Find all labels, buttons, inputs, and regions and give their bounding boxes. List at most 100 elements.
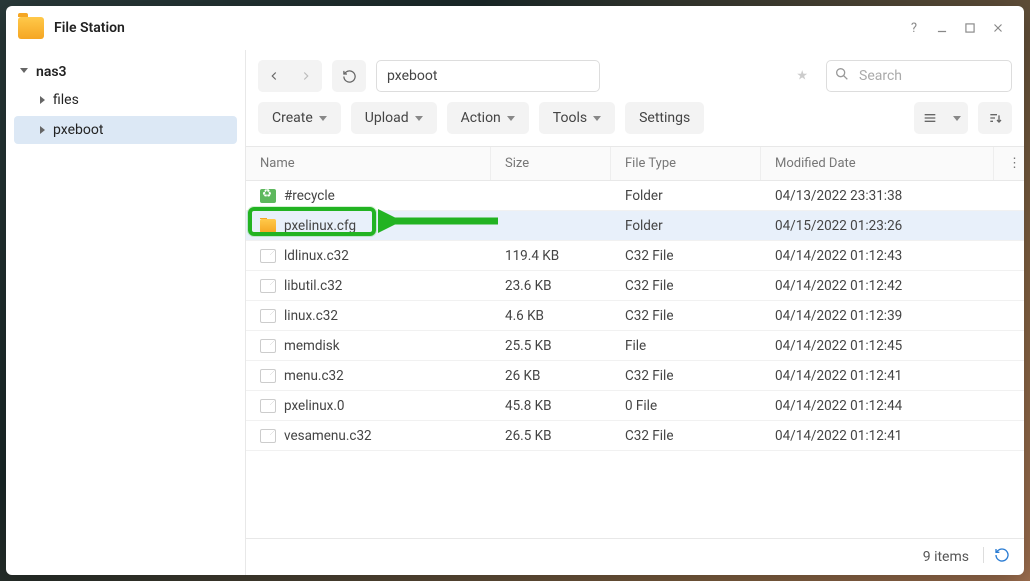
- search-icon: [834, 66, 850, 86]
- toolbar: Create Upload Action Tools Settings: [246, 102, 1024, 146]
- cell-modified: 04/14/2022 01:12:41: [761, 368, 1024, 384]
- recycle-icon: [260, 189, 276, 203]
- table-row[interactable]: ldlinux.c32119.4 KBC32 File04/14/2022 01…: [246, 241, 1024, 271]
- minimize-button[interactable]: [928, 14, 956, 42]
- file-icon: [260, 339, 276, 353]
- nav-history: [258, 60, 322, 92]
- nav-back-button[interactable]: [258, 60, 290, 92]
- cell-type: C32 File: [611, 368, 761, 384]
- cell-name: menu.c32: [246, 368, 491, 384]
- sidebar-item-files[interactable]: files: [14, 86, 237, 114]
- table-header: Name Size File Type Modified Date ⋮: [246, 146, 1024, 181]
- cell-type: Folder: [611, 188, 761, 204]
- app-folder-icon: [18, 17, 44, 39]
- table-row[interactable]: memdisk25.5 KBFile04/14/2022 01:12:45: [246, 331, 1024, 361]
- table-row[interactable]: menu.c3226 KBC32 File04/14/2022 01:12:41: [246, 361, 1024, 391]
- cell-type: File: [611, 338, 761, 354]
- cell-name: #recycle: [246, 188, 491, 204]
- file-icon: [260, 309, 276, 323]
- chevron-down-icon: [319, 116, 327, 121]
- cell-size: 26 KB: [491, 368, 611, 384]
- status-bar: 9 items: [246, 538, 1024, 575]
- sidebar-item-label: pxeboot: [53, 122, 103, 138]
- settings-button[interactable]: Settings: [625, 102, 704, 134]
- table-row[interactable]: vesamenu.c3226.5 KBC32 File04/14/2022 01…: [246, 421, 1024, 451]
- cell-name: pxelinux.0: [246, 398, 491, 414]
- table-row[interactable]: linux.c324.6 KBC32 File04/14/2022 01:12:…: [246, 301, 1024, 331]
- chevron-down-icon: [593, 116, 601, 121]
- chevron-right-icon: [40, 96, 45, 104]
- cell-type: 0 File: [611, 398, 761, 414]
- sidebar: nas3 files pxeboot: [6, 50, 246, 575]
- tree-root[interactable]: nas3: [14, 60, 237, 84]
- file-icon: [260, 429, 276, 443]
- view-mode-segment: [914, 102, 968, 134]
- col-filetype[interactable]: File Type: [611, 147, 761, 180]
- chevron-down-icon: [415, 116, 423, 121]
- cell-type: C32 File: [611, 278, 761, 294]
- search-input[interactable]: [826, 60, 1012, 92]
- sort-button[interactable]: [978, 102, 1012, 134]
- col-modified[interactable]: Modified Date: [761, 147, 994, 180]
- action-button[interactable]: Action: [447, 102, 529, 134]
- item-count: 9 items: [923, 549, 969, 565]
- table-row[interactable]: #recycle Folder04/13/2022 23:31:38: [246, 181, 1024, 211]
- cell-name: ldlinux.c32: [246, 248, 491, 264]
- col-name[interactable]: Name: [246, 147, 491, 180]
- col-menu-button[interactable]: ⋮: [994, 147, 1024, 180]
- cell-type: Folder: [611, 218, 761, 234]
- titlebar: File Station ?: [6, 6, 1024, 50]
- cell-modified: 04/14/2022 01:12:45: [761, 338, 1024, 354]
- cell-name: pxelinux.cfg: [246, 218, 491, 234]
- close-button[interactable]: [984, 14, 1012, 42]
- cell-modified: 04/14/2022 01:12:44: [761, 398, 1024, 414]
- chevron-down-icon: [507, 116, 515, 121]
- help-button[interactable]: ?: [900, 14, 928, 42]
- create-button[interactable]: Create: [258, 102, 341, 134]
- cell-name: linux.c32: [246, 308, 491, 324]
- cell-size: 4.6 KB: [491, 308, 611, 324]
- cell-type: C32 File: [611, 428, 761, 444]
- folder-icon: [260, 219, 276, 233]
- cell-modified: 04/15/2022 01:23:26: [761, 218, 1024, 234]
- table-row[interactable]: pxelinux.045.8 KB0 File04/14/2022 01:12:…: [246, 391, 1024, 421]
- chevron-right-icon: [40, 126, 45, 134]
- sidebar-item-pxeboot[interactable]: pxeboot: [14, 116, 237, 144]
- table-row[interactable]: pxelinux.cfg Folder04/15/2022 01:23:26: [246, 211, 1024, 241]
- cell-size: 26.5 KB: [491, 428, 611, 444]
- cell-size: 45.8 KB: [491, 398, 611, 414]
- cell-type: C32 File: [611, 248, 761, 264]
- table-row[interactable]: libutil.c3223.6 KBC32 File04/14/2022 01:…: [246, 271, 1024, 301]
- cell-modified: 04/14/2022 01:12:41: [761, 428, 1024, 444]
- cell-modified: 04/13/2022 23:31:38: [761, 188, 1024, 204]
- maximize-button[interactable]: [956, 14, 984, 42]
- file-icon: [260, 249, 276, 263]
- cell-size: 23.6 KB: [491, 278, 611, 294]
- cell-type: C32 File: [611, 308, 761, 324]
- file-icon: [260, 279, 276, 293]
- col-size[interactable]: Size: [491, 147, 611, 180]
- cell-modified: 04/14/2022 01:12:43: [761, 248, 1024, 264]
- favorite-star-icon[interactable]: ★: [796, 69, 808, 84]
- nav-refresh-button[interactable]: [332, 60, 366, 92]
- cell-name: vesamenu.c32: [246, 428, 491, 444]
- file-table: Name Size File Type Modified Date ⋮ #rec…: [246, 146, 1024, 538]
- tools-button[interactable]: Tools: [539, 102, 615, 134]
- nav-forward-button[interactable]: [290, 60, 322, 92]
- file-icon: [260, 369, 276, 383]
- cell-modified: 04/14/2022 01:12:39: [761, 308, 1024, 324]
- path-input[interactable]: [376, 60, 600, 92]
- cell-modified: 04/14/2022 01:12:42: [761, 278, 1024, 294]
- cell-size: 25.5 KB: [491, 338, 611, 354]
- upload-button[interactable]: Upload: [351, 102, 437, 134]
- file-station-window: File Station ? nas3 files pxeboot: [6, 6, 1024, 575]
- cell-size: 119.4 KB: [491, 248, 611, 264]
- nav-bar: ★: [246, 50, 1024, 102]
- chevron-down-icon: [953, 116, 961, 121]
- cell-name: memdisk: [246, 338, 491, 354]
- list-view-button[interactable]: [914, 102, 946, 134]
- view-mode-dropdown[interactable]: [946, 102, 968, 134]
- file-icon: [260, 399, 276, 413]
- app-title: File Station: [54, 20, 125, 36]
- status-refresh-button[interactable]: [983, 547, 1010, 567]
